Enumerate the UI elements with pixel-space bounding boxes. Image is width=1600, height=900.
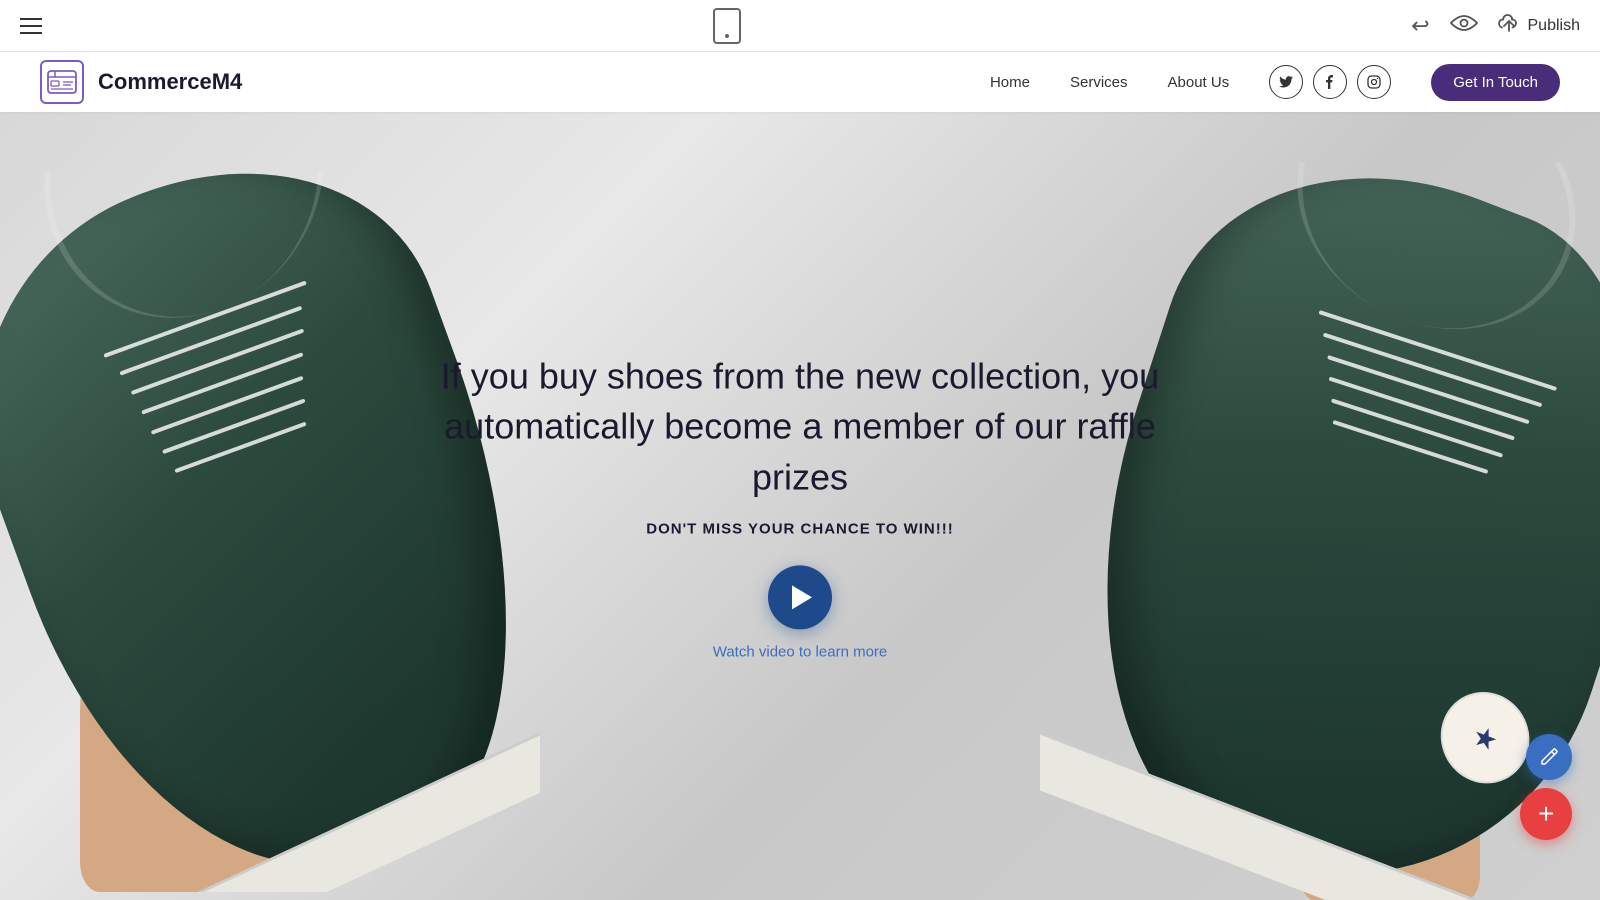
hamburger-menu-icon[interactable]: [20, 18, 42, 34]
twitter-icon[interactable]: [1269, 65, 1303, 99]
site-header: CommerceM4 Home Services About Us: [0, 52, 1600, 112]
toolbar: ↩ Publish: [0, 0, 1600, 52]
toolbar-right: ↩ Publish: [1411, 13, 1580, 39]
social-icons: [1269, 65, 1391, 99]
plus-icon: +: [1538, 800, 1554, 828]
hero-subheadline: DON'T MISS YOUR CHANCE TO WIN!!!: [420, 521, 1180, 538]
cloud-upload-icon: [1498, 14, 1520, 37]
instagram-icon[interactable]: [1357, 65, 1391, 99]
toolbar-center: [713, 8, 741, 44]
undo-icon[interactable]: ↩: [1411, 13, 1429, 39]
logo-area: CommerceM4: [40, 60, 242, 104]
logo-icon: [40, 60, 84, 104]
get-in-touch-button[interactable]: Get In Touch: [1431, 64, 1560, 101]
logo-text: CommerceM4: [98, 69, 242, 95]
nav-home[interactable]: Home: [990, 74, 1030, 91]
website-area: CommerceM4 Home Services About Us: [0, 52, 1600, 900]
nav-about-us[interactable]: About Us: [1168, 74, 1230, 91]
play-button-wrapper: Watch video to learn more: [420, 566, 1180, 661]
site-nav: Home Services About Us: [990, 64, 1560, 101]
nav-services[interactable]: Services: [1070, 74, 1128, 91]
add-fab-button[interactable]: +: [1520, 788, 1572, 840]
hero-headline: If you buy shoes from the new collection…: [420, 351, 1180, 502]
toolbar-left: [20, 18, 42, 34]
edit-fab-button[interactable]: [1526, 734, 1572, 780]
preview-eye-icon[interactable]: [1450, 13, 1478, 38]
facebook-icon[interactable]: [1313, 65, 1347, 99]
watch-video-link[interactable]: Watch video to learn more: [713, 644, 888, 661]
publish-button[interactable]: Publish: [1498, 14, 1580, 37]
hero-section: ★ If you buy shoes from the new collecti…: [0, 112, 1600, 900]
publish-label: Publish: [1528, 17, 1580, 35]
play-triangle-icon: [792, 586, 812, 610]
nav-links: Home Services About Us: [990, 74, 1229, 91]
hero-content: If you buy shoes from the new collection…: [420, 351, 1180, 660]
play-button[interactable]: [768, 566, 832, 630]
mobile-preview-icon[interactable]: [713, 8, 741, 44]
